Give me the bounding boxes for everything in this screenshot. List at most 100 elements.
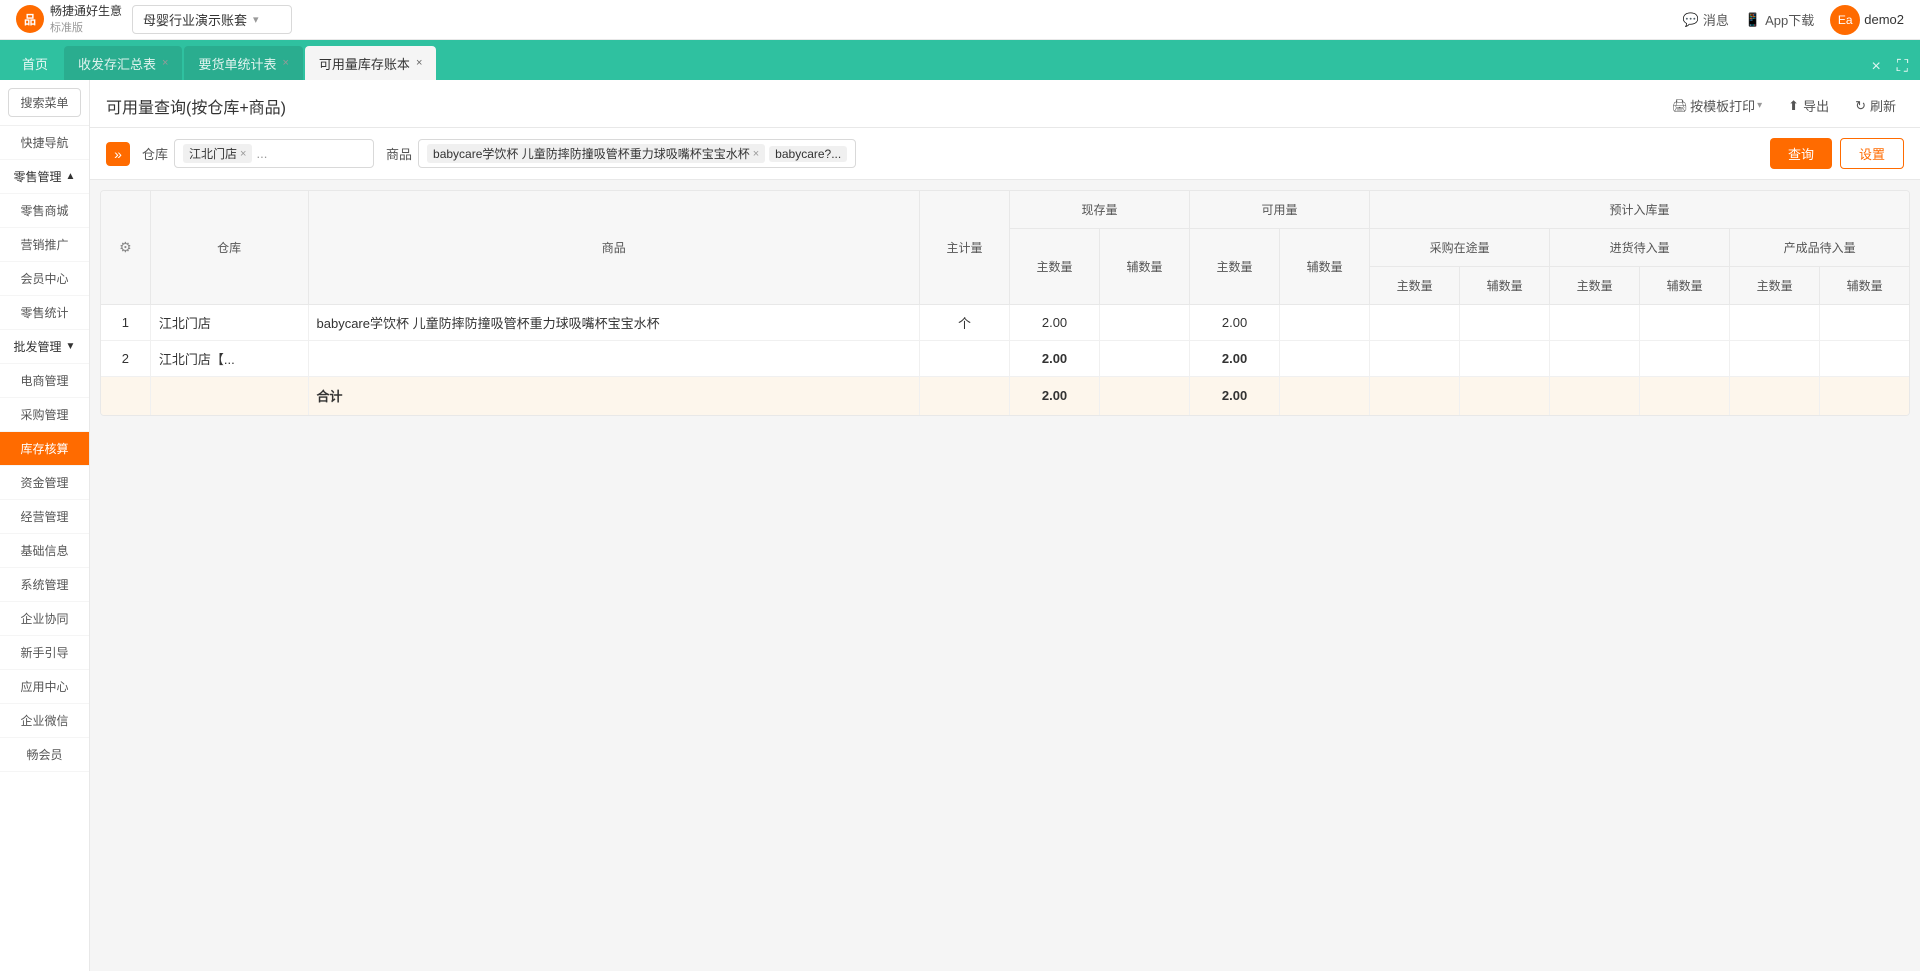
sidebar-item-retail-mall[interactable]: 零售商城 — [0, 194, 89, 228]
brand-info: 畅捷通好生意 标准版 — [50, 4, 122, 34]
inventory-table-container: ⚙ 仓库 商品 主计量 现存量 可用量 预计入库量 主数量 辅数量 主数量 辅数… — [100, 190, 1910, 416]
sidebar-item-app-center[interactable]: 应用中心 — [0, 670, 89, 704]
tab-receivepay[interactable]: 收发存汇总表 × — [64, 46, 182, 80]
row-stock-main: 2.00 — [1010, 341, 1100, 377]
sidebar-item-quick-nav[interactable]: 快捷导航 — [0, 126, 89, 160]
tab-orderstat-close[interactable]: × — [282, 57, 288, 69]
sidebar-item-system[interactable]: 系统管理 — [0, 568, 89, 602]
chevron-down-icon: ▼ — [66, 341, 76, 352]
top-bar-left: 品 畅捷通好生意 标准版 母婴行业演示账套 ▾ — [16, 4, 292, 34]
sidebar-item-marketing[interactable]: 营销推广 — [0, 228, 89, 262]
product-filter-label: 商品 — [386, 144, 412, 163]
tab-close-btn[interactable]: × — [1867, 54, 1884, 80]
summary-avail-aux — [1280, 377, 1370, 415]
th-ic-main: 主数量 — [1550, 267, 1640, 305]
print-label: 按模板打印 — [1690, 96, 1755, 115]
main-layout: 搜索菜单 快捷导航 零售管理 ▲ 零售商城 营销推广 会员中心 零售统计 批发管… — [0, 80, 1920, 971]
print-arrow-icon: ▾ — [1757, 100, 1762, 111]
product-tag-2: babycare?... — [769, 146, 847, 162]
row-ic-aux — [1640, 341, 1730, 377]
message-action[interactable]: 💬 消息 — [1683, 10, 1729, 29]
gear-icon[interactable]: ⚙ — [119, 239, 132, 255]
sidebar-item-operation[interactable]: 经营管理 — [0, 500, 89, 534]
table-body: 1 江北门店 babycare学饮杯 儿童防摔防撞吸管杯重力球吸嘴杯宝宝水杯 个… — [101, 305, 1909, 377]
sidebar-item-wechat[interactable]: 企业微信 — [0, 704, 89, 738]
th-finished: 产成品待入量 — [1730, 229, 1909, 267]
export-icon: ⬆ — [1788, 98, 1799, 114]
product-tag-1-remove[interactable]: × — [753, 148, 759, 160]
row-avail-main: 2.00 — [1190, 341, 1280, 377]
settings-button[interactable]: 设置 — [1840, 138, 1904, 169]
sidebar-item-member-center[interactable]: 会员中心 — [0, 262, 89, 296]
app-download-label: App下载 — [1765, 10, 1814, 29]
th-pt-main: 主数量 — [1370, 267, 1460, 305]
tab-inventory[interactable]: 可用量库存账本 × — [305, 46, 436, 80]
print-button[interactable]: 🖨 按模板打印 ▾ — [1664, 92, 1771, 119]
summary-row: 合计 2.00 2.00 — [101, 377, 1909, 415]
query-button[interactable]: 查询 — [1770, 138, 1832, 169]
content-area: 可用量查询(按仓库+商品) 🖨 按模板打印 ▾ ⬆ 导出 ↻ 刷新 — [90, 80, 1920, 971]
summary-pt-main — [1370, 377, 1460, 415]
export-button[interactable]: ⬆ 导出 — [1780, 92, 1837, 119]
th-stock: 现存量 — [1010, 191, 1190, 229]
table-header-row-1: ⚙ 仓库 商品 主计量 现存量 可用量 预计入库量 — [101, 191, 1909, 229]
summary-ic-main — [1550, 377, 1640, 415]
th-unit: 主计量 — [920, 191, 1010, 305]
tab-receivepay-close[interactable]: × — [162, 57, 168, 69]
product-filter-input[interactable]: babycare学饮杯 儿童防摔防撞吸管杯重力球吸嘴杯宝宝水杯 × babyca… — [418, 139, 856, 168]
row-product — [308, 341, 920, 377]
sidebar-item-purchase[interactable]: 采购管理 — [0, 398, 89, 432]
sidebar-item-wholesale-mgmt[interactable]: 批发管理 ▼ — [0, 330, 89, 364]
summary-fin-aux — [1820, 377, 1909, 415]
sidebar-item-ecommerce[interactable]: 电商管理 — [0, 364, 89, 398]
sidebar-item-enterprise[interactable]: 企业协同 — [0, 602, 89, 636]
th-ic-aux: 辅数量 — [1640, 267, 1730, 305]
warehouse-tag-remove[interactable]: × — [240, 148, 246, 160]
brand-name: 畅捷通好生意 — [50, 4, 122, 18]
th-avail-aux: 辅数量 — [1280, 229, 1370, 305]
sidebar-item-guide[interactable]: 新手引导 — [0, 636, 89, 670]
export-label: 导出 — [1803, 96, 1829, 115]
page-title: 可用量查询(按仓库+商品) — [106, 94, 286, 118]
row-pt-aux — [1460, 341, 1550, 377]
row-ic-main — [1550, 341, 1640, 377]
sidebar-item-finance[interactable]: 资金管理 — [0, 466, 89, 500]
app-download-action[interactable]: 📱 App下载 — [1745, 10, 1814, 29]
chevron-up-icon: ▲ — [66, 171, 76, 182]
sidebar-item-basic-info[interactable]: 基础信息 — [0, 534, 89, 568]
warehouse-filter-input[interactable]: 江北门店 × ... — [174, 139, 374, 168]
th-stock-aux: 辅数量 — [1100, 229, 1190, 305]
sidebar-item-vip[interactable]: 畅会员 — [0, 738, 89, 772]
warehouse-filter-label: 仓库 — [142, 144, 168, 163]
product-tag-1-text: babycare学饮杯 儿童防摔防撞吸管杯重力球吸嘴杯宝宝水杯 — [433, 145, 750, 162]
refresh-button[interactable]: ↻ 刷新 — [1847, 92, 1904, 119]
chevron-down-icon: ▾ — [253, 13, 259, 26]
sidebar-item-retail-mgmt[interactable]: 零售管理 ▲ — [0, 160, 89, 194]
th-fin-main: 主数量 — [1730, 267, 1820, 305]
user-section[interactable]: Ea demo2 — [1830, 5, 1904, 35]
warehouse-tag-text: 江北门店 — [189, 145, 237, 162]
tab-orderstat[interactable]: 要货单统计表 × — [184, 46, 302, 80]
search-menu-button[interactable]: 搜索菜单 — [8, 88, 81, 117]
filter-expand-button[interactable]: » — [106, 142, 130, 166]
warehouse-more-btn[interactable]: ... — [256, 146, 267, 161]
th-pt-aux: 辅数量 — [1460, 267, 1550, 305]
sidebar-item-retail-stat[interactable]: 零售统计 — [0, 296, 89, 330]
tab-inventory-close[interactable]: × — [416, 57, 422, 69]
summary-avail-main: 2.00 — [1190, 377, 1280, 415]
tab-expand-btn[interactable]: ⛶ — [1893, 54, 1912, 80]
row-stock-aux — [1100, 341, 1190, 377]
sidebar-search: 搜索菜单 — [0, 80, 89, 126]
account-selector[interactable]: 母婴行业演示账套 ▾ — [132, 5, 292, 34]
th-gear[interactable]: ⚙ — [101, 191, 150, 305]
row-no: 2 — [101, 341, 150, 377]
th-available: 可用量 — [1190, 191, 1370, 229]
row-product: babycare学饮杯 儿童防摔防撞吸管杯重力球吸嘴杯宝宝水杯 — [308, 305, 920, 341]
th-purchase-transit: 采购在途量 — [1370, 229, 1550, 267]
sidebar-item-inventory[interactable]: 库存核算 — [0, 432, 89, 466]
row-pt-main — [1370, 341, 1460, 377]
tab-home[interactable]: 首页 — [8, 46, 62, 80]
top-bar-right: 💬 消息 📱 App下载 Ea demo2 — [1683, 5, 1904, 35]
tab-home-label: 首页 — [22, 54, 48, 73]
table-row: 1 江北门店 babycare学饮杯 儿童防摔防撞吸管杯重力球吸嘴杯宝宝水杯 个… — [101, 305, 1909, 341]
